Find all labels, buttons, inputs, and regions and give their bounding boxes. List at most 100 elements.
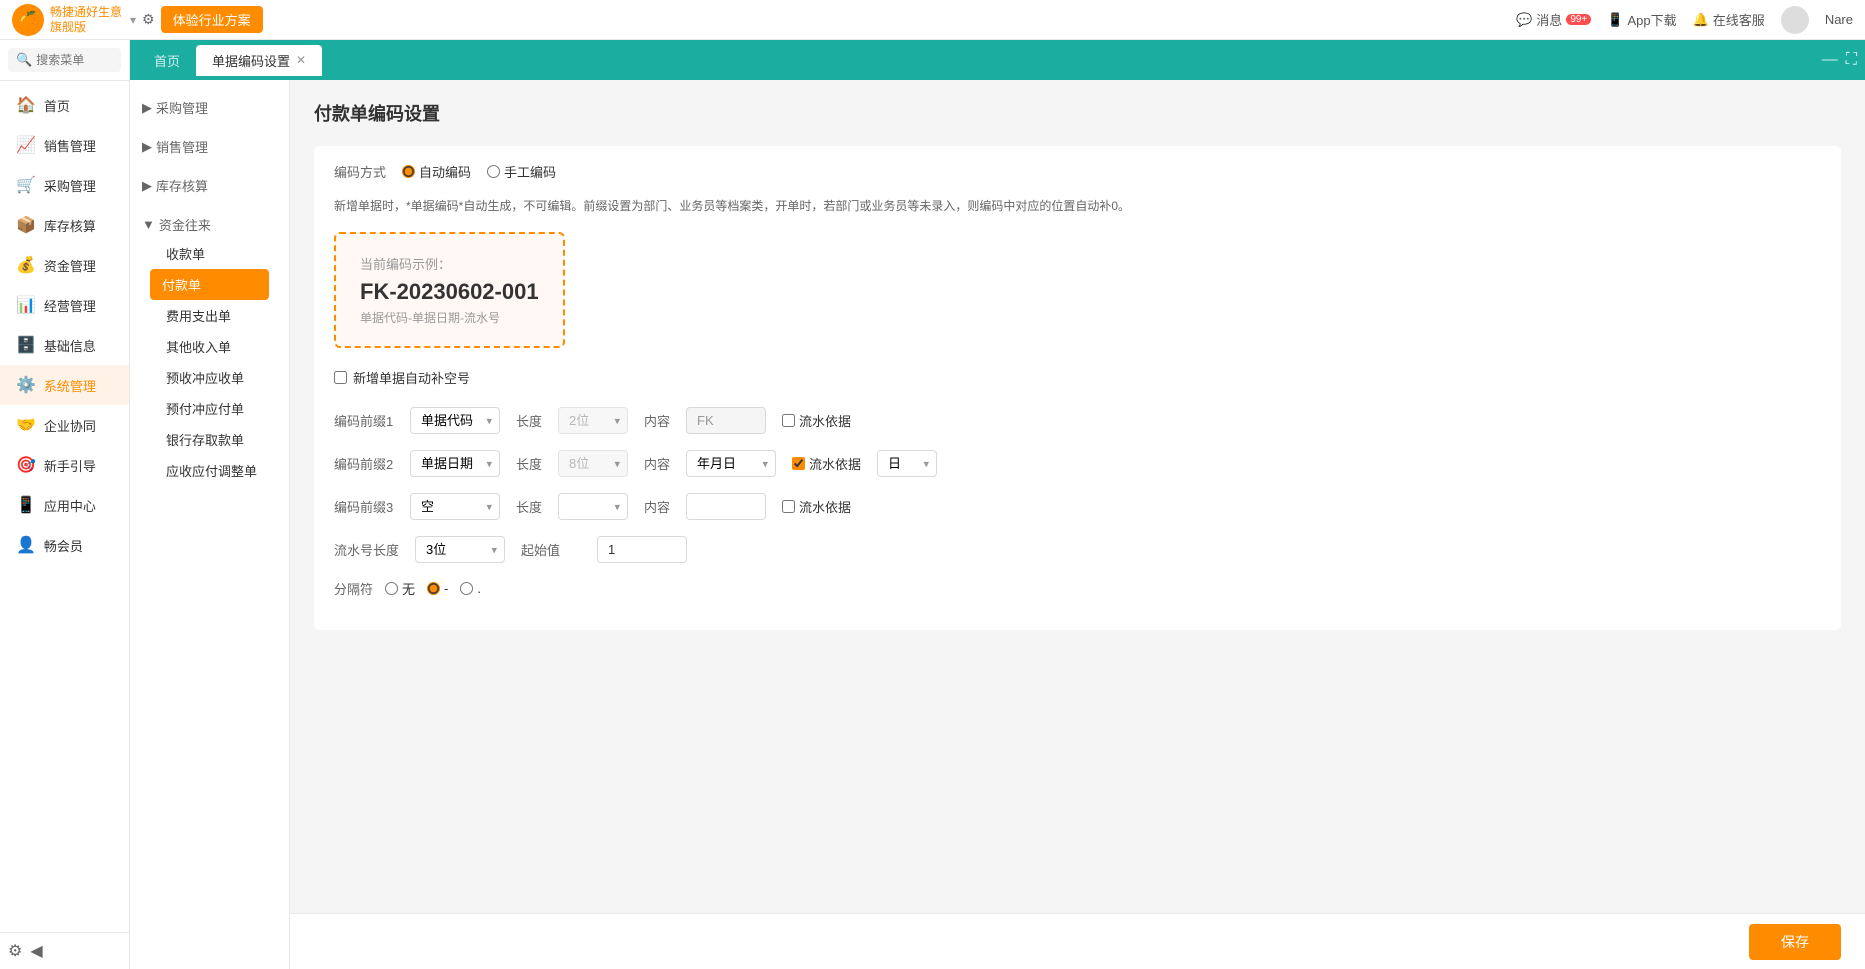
auto-fill-checkbox[interactable] bbox=[334, 371, 347, 384]
prefix3-select[interactable]: 空 bbox=[410, 493, 500, 520]
menu-item-adjust[interactable]: 应收应付调整单 bbox=[142, 455, 277, 486]
top-bar: 🍊 畅捷通好生意 旗舰版 ▾ ⚙ 体验行业方案 💬 消息 99+ 📱 App下载… bbox=[0, 0, 1865, 40]
prefix1-length-select[interactable]: 2位 bbox=[558, 407, 628, 434]
menu-item-bank[interactable]: 银行存取款单 bbox=[142, 424, 277, 455]
prefix2-content-label: 内容 bbox=[644, 454, 670, 473]
sidebar-item-purchase[interactable]: 🛒 采购管理 bbox=[0, 165, 129, 205]
menu-item-receipt[interactable]: 收款单 bbox=[142, 238, 277, 269]
prefix3-stream-checkbox[interactable]: 流水依据 bbox=[782, 497, 851, 516]
finance-icon: 💰 bbox=[16, 255, 36, 275]
menu-group-purchase-header[interactable]: ▶ 采购管理 bbox=[142, 94, 277, 121]
user-name: Nare bbox=[1825, 12, 1853, 27]
prefix1-content-input[interactable] bbox=[686, 407, 766, 434]
prefix2-content-select[interactable]: 年月日 bbox=[686, 450, 776, 477]
sep-dot-option[interactable]: . bbox=[460, 581, 481, 596]
preview-box: 当前编码示例： FK-20230602-001 单据代码-单据日期-流水号 bbox=[334, 232, 565, 348]
radio-manual-input[interactable] bbox=[487, 165, 500, 178]
sidebar-item-basic[interactable]: 🗄️ 基础信息 bbox=[0, 325, 129, 365]
purchase-icon: 🛒 bbox=[16, 175, 36, 195]
menu-item-income[interactable]: 其他收入单 bbox=[142, 331, 277, 362]
prefix3-content-input[interactable] bbox=[686, 493, 766, 520]
logo-icon: 🍊 bbox=[12, 4, 44, 36]
finance-arrow-icon: ▼ bbox=[142, 217, 155, 232]
sidebar-item-member[interactable]: 👤 畅会员 bbox=[0, 525, 129, 565]
prefix3-stream-input[interactable] bbox=[782, 500, 795, 513]
menu-group-inventory-header[interactable]: ▶ 库存核算 bbox=[142, 172, 277, 199]
preview-desc: 单据代码-单据日期-流水号 bbox=[360, 309, 539, 326]
nav-arrow-icon[interactable]: ▾ bbox=[130, 13, 136, 27]
preview-label: 当前编码示例： bbox=[360, 254, 539, 273]
user-avatar[interactable] bbox=[1781, 6, 1809, 34]
radio-auto-input[interactable] bbox=[402, 165, 415, 178]
search-input[interactable] bbox=[36, 53, 113, 67]
prefix2-stream-checkbox[interactable]: 流水依据 bbox=[792, 454, 861, 473]
menu-item-advance-recv[interactable]: 预收冲应收单 bbox=[142, 362, 277, 393]
menu-item-advance-pay[interactable]: 预付冲应付单 bbox=[142, 393, 277, 424]
encoding-method-row: 编码方式 自动编码 手工编码 bbox=[334, 162, 1821, 181]
minimize-icon[interactable]: — bbox=[1822, 51, 1838, 69]
sales-icon: 📈 bbox=[16, 135, 36, 155]
sep-none-option[interactable]: 无 bbox=[385, 579, 415, 598]
info-text: 新增单据时，*单据编码*自动生成，不可编辑。前缀设置为部门、业务员等档案类，开单… bbox=[334, 197, 1821, 216]
sep-none-input[interactable] bbox=[385, 582, 398, 595]
top-bar-controls: ▾ ⚙ 体验行业方案 bbox=[130, 6, 263, 33]
separator-label: 分隔符 bbox=[334, 579, 373, 598]
prefix1-length-wrapper: 2位 bbox=[558, 407, 628, 434]
prefix3-row: 编码前缀3 空 长度 bbox=[334, 493, 1821, 520]
collapse-icon[interactable]: ◀ bbox=[30, 941, 42, 961]
prefix1-select[interactable]: 单据代码 bbox=[410, 407, 500, 434]
prefix3-length-wrapper bbox=[558, 493, 628, 520]
menu-item-payment[interactable]: 付款单 bbox=[150, 269, 269, 300]
prefix3-length-select[interactable] bbox=[558, 493, 628, 520]
prefix2-select[interactable]: 单据日期 bbox=[410, 450, 500, 477]
home-icon: 🏠 bbox=[16, 95, 36, 115]
tab-home[interactable]: 首页 bbox=[138, 45, 196, 76]
main-content: 付款单编码设置 编码方式 自动编码 bbox=[290, 80, 1865, 913]
sep-dash-input[interactable] bbox=[427, 582, 440, 595]
search-box[interactable]: 🔍 bbox=[8, 48, 121, 72]
prefix2-length-label: 长度 bbox=[516, 454, 542, 473]
online-service-item[interactable]: 🔔 在线客服 bbox=[1693, 10, 1765, 29]
sidebar-item-inventory[interactable]: 📦 库存核算 bbox=[0, 205, 129, 245]
top-bar-right: 💬 消息 99+ 📱 App下载 🔔 在线客服 Nare bbox=[1516, 6, 1853, 34]
serial-length-select[interactable]: 3位 4位 5位 bbox=[415, 536, 505, 563]
sidebar-item-sales[interactable]: 📈 销售管理 bbox=[0, 125, 129, 165]
prefix2-stream-input[interactable] bbox=[792, 457, 805, 470]
prefix1-stream-checkbox[interactable]: 流水依据 bbox=[782, 411, 851, 430]
maximize-icon[interactable]: ⛶ bbox=[1846, 51, 1857, 69]
message-item[interactable]: 💬 消息 99+ bbox=[1516, 10, 1591, 29]
menu-group-sales-header[interactable]: ▶ 销售管理 bbox=[142, 133, 277, 160]
preview-code: FK-20230602-001 bbox=[360, 279, 539, 305]
tab-close-icon[interactable]: ✕ bbox=[296, 53, 306, 67]
sidebar-item-app[interactable]: 📱 应用中心 bbox=[0, 485, 129, 525]
prefix2-length-select[interactable]: 8位 bbox=[558, 450, 628, 477]
tab-encoding[interactable]: 单据编码设置 ✕ bbox=[196, 45, 322, 76]
trial-btn[interactable]: 体验行业方案 bbox=[161, 6, 263, 33]
sidebar-item-finance[interactable]: 💰 资金管理 bbox=[0, 245, 129, 285]
sidebar-item-corp[interactable]: 🤝 企业协同 bbox=[0, 405, 129, 445]
sep-dot-input[interactable] bbox=[460, 582, 473, 595]
prefix2-day-select[interactable]: 日 月 年 bbox=[877, 450, 937, 477]
sep-dash-option[interactable]: - bbox=[427, 581, 448, 596]
settings-gear-icon[interactable]: ⚙ bbox=[142, 11, 155, 28]
radio-auto[interactable]: 自动编码 bbox=[402, 162, 471, 181]
sidebar-item-operations[interactable]: 📊 经营管理 bbox=[0, 285, 129, 325]
message-icon: 💬 bbox=[1516, 12, 1532, 28]
app-download-item[interactable]: 📱 App下载 bbox=[1607, 10, 1676, 29]
sidebar-item-system[interactable]: ⚙️ 系统管理 bbox=[0, 365, 129, 405]
left-menu: ▶ 采购管理 ▶ 销售管理 ▶ 库存核算 bbox=[130, 80, 290, 969]
sales-arrow-icon: ▶ bbox=[142, 139, 152, 155]
sidebar-item-guide[interactable]: 🎯 新手引导 bbox=[0, 445, 129, 485]
start-value-input[interactable] bbox=[597, 536, 687, 563]
member-icon: 👤 bbox=[16, 535, 36, 555]
menu-item-expense[interactable]: 费用支出单 bbox=[142, 300, 277, 331]
serial-length-label: 流水号长度 bbox=[334, 540, 399, 559]
inventory-arrow-icon: ▶ bbox=[142, 178, 152, 194]
sidebar-item-home[interactable]: 🏠 首页 bbox=[0, 85, 129, 125]
radio-manual[interactable]: 手工编码 bbox=[487, 162, 556, 181]
prefix1-length-label: 长度 bbox=[516, 411, 542, 430]
menu-group-finance-header[interactable]: ▼ 资金往来 bbox=[142, 211, 277, 238]
prefix1-stream-input[interactable] bbox=[782, 414, 795, 427]
settings-bottom-icon[interactable]: ⚙ bbox=[8, 941, 22, 961]
save-button[interactable]: 保存 bbox=[1749, 924, 1841, 960]
